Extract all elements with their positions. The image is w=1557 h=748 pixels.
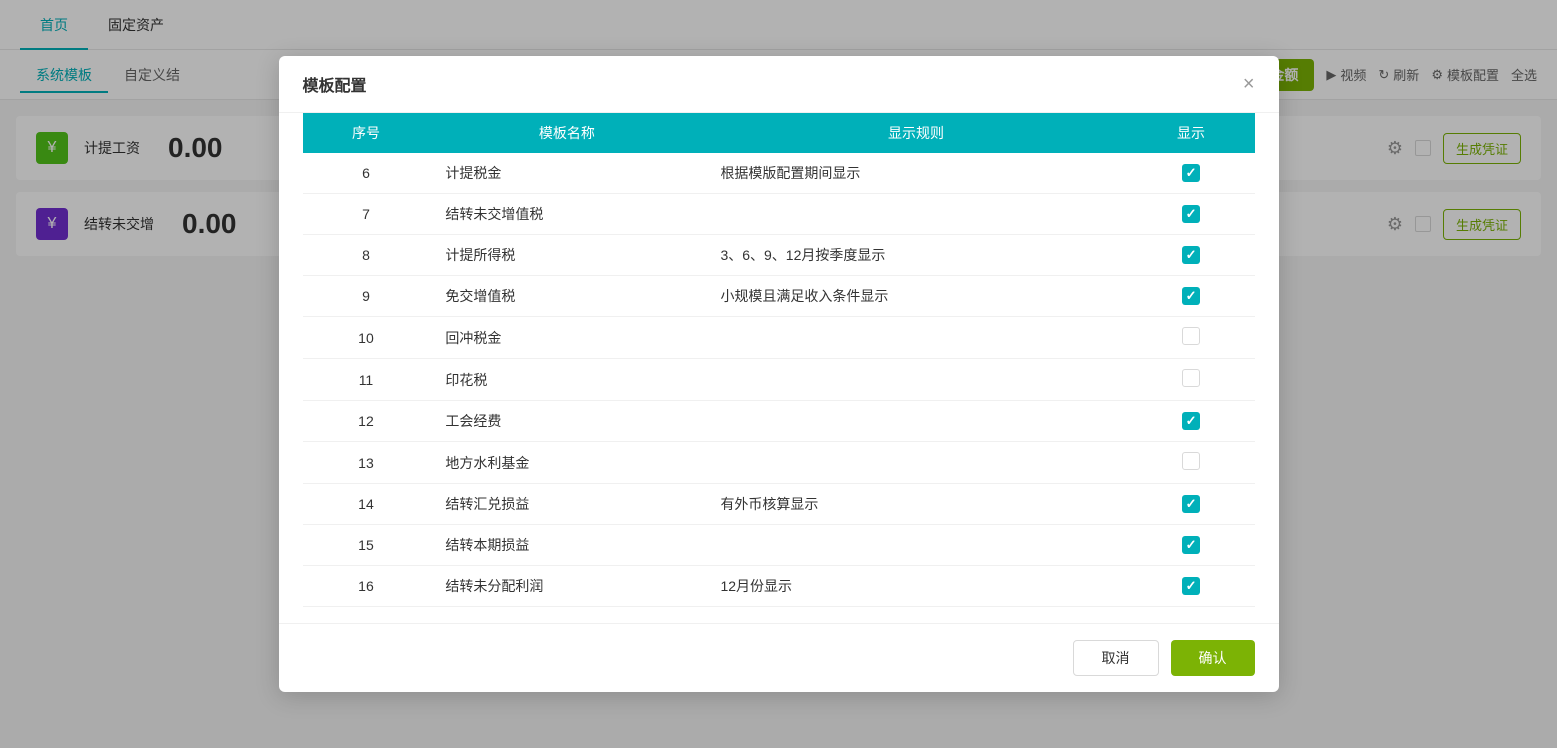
confirm-button[interactable]: 确认 <box>1171 640 1255 676</box>
row-id-0: 6 <box>303 153 430 194</box>
row-rule-4 <box>704 317 1127 359</box>
row-name-10: 结转未分配利润 <box>429 566 704 607</box>
row-rule-0: 根据模版配置期间显示 <box>704 153 1127 194</box>
row-rule-2: 3、6、9、12月按季度显示 <box>704 235 1127 276</box>
table-row: 9免交增值税小规模且满足收入条件显示 <box>303 276 1255 317</box>
checkbox-6[interactable] <box>1182 412 1200 430</box>
table-row: 8计提所得税3、6、9、12月按季度显示 <box>303 235 1255 276</box>
row-rule-3: 小规模且满足收入条件显示 <box>704 276 1127 317</box>
row-check-1 <box>1128 194 1255 235</box>
row-rule-8: 有外币核算显示 <box>704 484 1127 525</box>
row-id-2: 8 <box>303 235 430 276</box>
config-table: 序号 模板名称 显示规则 显示 6计提税金根据模版配置期间显示7结转未交增值税8… <box>303 113 1255 607</box>
checkbox-1[interactable] <box>1182 205 1200 223</box>
col-header-rule: 显示规则 <box>704 113 1127 153</box>
row-name-9: 结转本期损益 <box>429 525 704 566</box>
row-check-5 <box>1128 359 1255 401</box>
checkbox-8[interactable] <box>1182 495 1200 513</box>
row-check-9 <box>1128 525 1255 566</box>
row-id-6: 12 <box>303 401 430 442</box>
row-check-4 <box>1128 317 1255 359</box>
modal-footer: 取消 确认 <box>279 623 1279 692</box>
modal-title: 模板配置 <box>303 72 367 96</box>
table-row: 6计提税金根据模版配置期间显示 <box>303 153 1255 194</box>
checkbox-10[interactable] <box>1182 577 1200 595</box>
table-row: 10回冲税金 <box>303 317 1255 359</box>
row-rule-7 <box>704 442 1127 484</box>
row-rule-10: 12月份显示 <box>704 566 1127 607</box>
table-row: 7结转未交增值税 <box>303 194 1255 235</box>
modal-template-config: 模板配置 × 序号 模板名称 显示规则 显示 6计提税金根据模版配置期间显示7结… <box>279 56 1279 692</box>
row-id-10: 16 <box>303 566 430 607</box>
table-header: 序号 模板名称 显示规则 显示 <box>303 113 1255 153</box>
modal-close-button[interactable]: × <box>1243 74 1255 94</box>
checkbox-2[interactable] <box>1182 246 1200 264</box>
row-rule-6 <box>704 401 1127 442</box>
row-check-6 <box>1128 401 1255 442</box>
row-name-0: 计提税金 <box>429 153 704 194</box>
cancel-button[interactable]: 取消 <box>1073 640 1159 676</box>
row-name-3: 免交增值税 <box>429 276 704 317</box>
row-rule-9 <box>704 525 1127 566</box>
checkbox-3[interactable] <box>1182 287 1200 305</box>
row-check-8 <box>1128 484 1255 525</box>
row-id-8: 14 <box>303 484 430 525</box>
col-header-name: 模板名称 <box>429 113 704 153</box>
table-row: 14结转汇兑损益有外币核算显示 <box>303 484 1255 525</box>
row-name-8: 结转汇兑损益 <box>429 484 704 525</box>
col-header-id: 序号 <box>303 113 430 153</box>
row-id-3: 9 <box>303 276 430 317</box>
row-rule-5 <box>704 359 1127 401</box>
checkbox-0[interactable] <box>1182 164 1200 182</box>
row-id-7: 13 <box>303 442 430 484</box>
checkbox-7[interactable] <box>1182 452 1200 470</box>
table-body: 6计提税金根据模版配置期间显示7结转未交增值税8计提所得税3、6、9、12月按季… <box>303 153 1255 607</box>
modal-header: 模板配置 × <box>279 56 1279 113</box>
row-check-10 <box>1128 566 1255 607</box>
row-name-7: 地方水利基金 <box>429 442 704 484</box>
row-name-6: 工会经费 <box>429 401 704 442</box>
row-name-5: 印花税 <box>429 359 704 401</box>
row-name-1: 结转未交增值税 <box>429 194 704 235</box>
modal-body: 序号 模板名称 显示规则 显示 6计提税金根据模版配置期间显示7结转未交增值税8… <box>279 113 1279 623</box>
row-name-4: 回冲税金 <box>429 317 704 359</box>
row-check-3 <box>1128 276 1255 317</box>
row-rule-1 <box>704 194 1127 235</box>
row-id-5: 11 <box>303 359 430 401</box>
row-name-2: 计提所得税 <box>429 235 704 276</box>
checkbox-5[interactable] <box>1182 369 1200 387</box>
table-row: 12工会经费 <box>303 401 1255 442</box>
col-header-display: 显示 <box>1128 113 1255 153</box>
table-row: 16结转未分配利润12月份显示 <box>303 566 1255 607</box>
checkbox-4[interactable] <box>1182 327 1200 345</box>
row-check-0 <box>1128 153 1255 194</box>
checkbox-9[interactable] <box>1182 536 1200 554</box>
row-id-9: 15 <box>303 525 430 566</box>
row-id-4: 10 <box>303 317 430 359</box>
row-id-1: 7 <box>303 194 430 235</box>
row-check-7 <box>1128 442 1255 484</box>
table-row: 11印花税 <box>303 359 1255 401</box>
table-row: 13地方水利基金 <box>303 442 1255 484</box>
table-row: 15结转本期损益 <box>303 525 1255 566</box>
row-check-2 <box>1128 235 1255 276</box>
